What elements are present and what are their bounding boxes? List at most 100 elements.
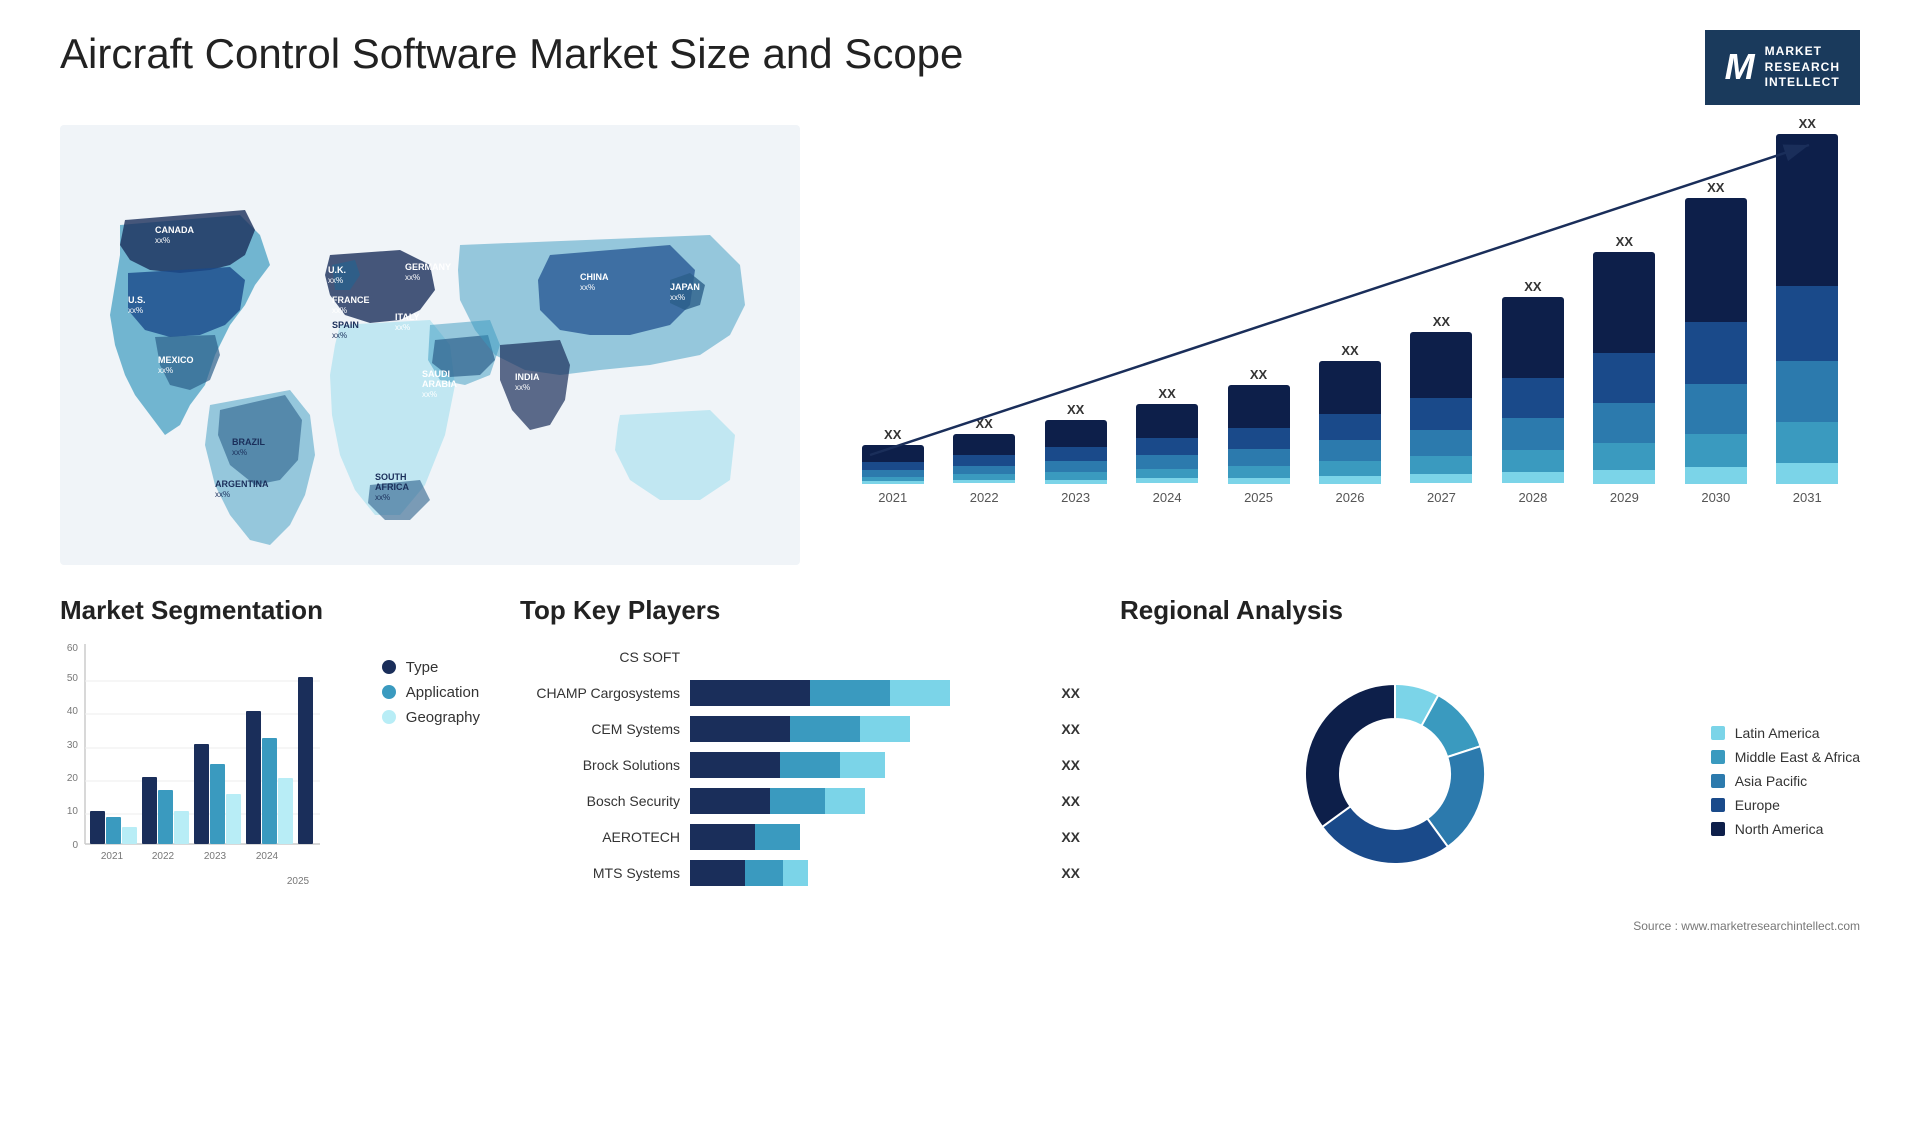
bar-segment-3 xyxy=(1136,469,1198,478)
bar-top-label: XX xyxy=(1158,386,1175,401)
svg-text:FRANCE: FRANCE xyxy=(332,295,370,305)
stacked-bar xyxy=(953,434,1015,484)
seg-chart-wrapper: 0 10 20 30 40 50 60 xyxy=(60,644,362,894)
bar-segment-1 xyxy=(953,455,1015,466)
player-xx-label: XX xyxy=(1061,721,1080,737)
stacked-bar xyxy=(1136,404,1198,484)
bar-segment-2 xyxy=(862,470,924,477)
player-bar-container xyxy=(690,680,1043,706)
bar-segment-1 xyxy=(1502,378,1564,418)
bar-top-label: XX xyxy=(884,427,901,442)
svg-text:2025: 2025 xyxy=(287,876,310,887)
bar-group-2028: XX 2028 xyxy=(1490,279,1575,505)
svg-text:10: 10 xyxy=(67,806,79,817)
regional-legend-dot xyxy=(1711,798,1725,812)
bar-segment-4 xyxy=(1502,472,1564,483)
svg-text:U.S.: U.S. xyxy=(128,295,146,305)
bar-year-label: 2023 xyxy=(1061,490,1090,505)
legend-dot xyxy=(382,710,396,724)
bar-group-2026: XX 2026 xyxy=(1307,343,1392,505)
bar-top-label: XX xyxy=(1341,343,1358,358)
stacked-bar xyxy=(1776,134,1838,484)
player-xx-label: XX xyxy=(1061,685,1080,701)
svg-text:xx%: xx% xyxy=(395,323,410,332)
growth-chart-container: XX2021XX2022XX2023XX2024XX2025XX2026XX20… xyxy=(840,125,1860,565)
regional-legend-label: Europe xyxy=(1735,797,1780,813)
donut-container xyxy=(1265,644,1525,904)
bar-segment-3 xyxy=(1410,456,1472,474)
player-name: Bosch Security xyxy=(520,793,680,809)
svg-text:40: 40 xyxy=(67,706,79,717)
bar-segment-2 xyxy=(1136,455,1198,469)
bar-segment-0 xyxy=(1593,252,1655,353)
stacked-bar xyxy=(1045,420,1107,484)
player-bar-seg2 xyxy=(810,680,890,706)
bar-year-label: 2025 xyxy=(1244,490,1273,505)
bar-segment-4 xyxy=(1045,480,1107,484)
svg-text:xx%: xx% xyxy=(155,236,170,245)
seg-extra-bars: 2025 xyxy=(60,869,320,889)
regional-legend-dot xyxy=(1711,726,1725,740)
legend-label: Application xyxy=(406,684,479,701)
bar-year-label: 2031 xyxy=(1793,490,1822,505)
player-row: CHAMP CargosystemsXX xyxy=(520,680,1080,706)
regional-legend: Latin AmericaMiddle East & AfricaAsia Pa… xyxy=(1711,725,1860,837)
bar-segment-0 xyxy=(953,434,1015,455)
svg-text:xx%: xx% xyxy=(328,276,343,285)
bar-year-label: 2026 xyxy=(1336,490,1365,505)
bar-segment-4 xyxy=(1685,467,1747,484)
seg-content: 0 10 20 30 40 50 60 xyxy=(60,644,480,894)
svg-text:ARABIA: ARABIA xyxy=(422,379,457,389)
svg-text:xx%: xx% xyxy=(515,383,530,392)
bar-segment-4 xyxy=(1410,474,1472,483)
bar-segment-3 xyxy=(1045,472,1107,480)
player-bar-container xyxy=(690,716,1043,742)
regional-chart-and-legend: Latin AmericaMiddle East & AfricaAsia Pa… xyxy=(1120,644,1860,904)
bar-segment-4 xyxy=(1228,478,1290,484)
bar-segment-0 xyxy=(1136,404,1198,438)
stacked-bar xyxy=(1410,332,1472,484)
seg-legend: TypeApplicationGeography xyxy=(382,659,480,726)
bar-group-2027: XX2027 xyxy=(1399,314,1484,505)
bar-top-label: XX xyxy=(1799,116,1816,131)
donut-chart xyxy=(1265,644,1525,904)
svg-text:2022: 2022 xyxy=(152,851,175,862)
svg-text:SPAIN: SPAIN xyxy=(332,320,359,330)
player-row: Bosch Security XX xyxy=(520,788,1080,814)
player-bar-seg1 xyxy=(690,716,790,742)
svg-text:xx%: xx% xyxy=(332,331,347,340)
bar-segment-1 xyxy=(1685,322,1747,384)
segmentation-title: Market Segmentation xyxy=(60,595,480,626)
world-map: CANADA xx% U.S. xx% MEXICO xx% BRAZIL xx… xyxy=(60,125,800,565)
regional-title: Regional Analysis xyxy=(1120,595,1860,626)
player-bar-seg2 xyxy=(780,752,840,778)
svg-text:SOUTH: SOUTH xyxy=(375,472,407,482)
bar-segment-0 xyxy=(1319,361,1381,414)
page-title: Aircraft Control Software Market Size an… xyxy=(60,30,963,78)
player-bar-seg1 xyxy=(690,752,780,778)
regional-section: Regional Analysis Latin AmericaMiddle Ea… xyxy=(1120,595,1860,933)
player-xx-label: XX xyxy=(1061,793,1080,809)
regional-legend-dot xyxy=(1711,774,1725,788)
legend-label: Type xyxy=(406,659,439,676)
bar-year-label: 2030 xyxy=(1701,490,1730,505)
stacked-bar xyxy=(1228,385,1290,484)
bar-year-label: 2028 xyxy=(1518,490,1547,505)
source-text: Source : www.marketresearchintellect.com xyxy=(1120,919,1860,933)
player-bar-container xyxy=(690,824,1043,850)
bar-top-label: XX xyxy=(976,416,993,431)
svg-text:AFRICA: AFRICA xyxy=(375,482,409,492)
bar-segment-3 xyxy=(1319,461,1381,476)
bar-segment-1 xyxy=(1593,353,1655,403)
svg-text:xx%: xx% xyxy=(580,283,595,292)
legend-item-type: Type xyxy=(382,659,480,676)
bar-segment-2 xyxy=(1593,403,1655,443)
bar-segment-0 xyxy=(1502,297,1564,378)
bar-segment-4 xyxy=(1136,478,1198,483)
segmentation-section: Market Segmentation 0 10 20 30 40 50 60 xyxy=(60,595,480,894)
bar-top-label: XX xyxy=(1524,279,1541,294)
player-bar-seg3 xyxy=(783,860,808,886)
player-xx-label: XX xyxy=(1061,757,1080,773)
header: Aircraft Control Software Market Size an… xyxy=(60,30,1860,105)
svg-text:xx%: xx% xyxy=(128,306,143,315)
